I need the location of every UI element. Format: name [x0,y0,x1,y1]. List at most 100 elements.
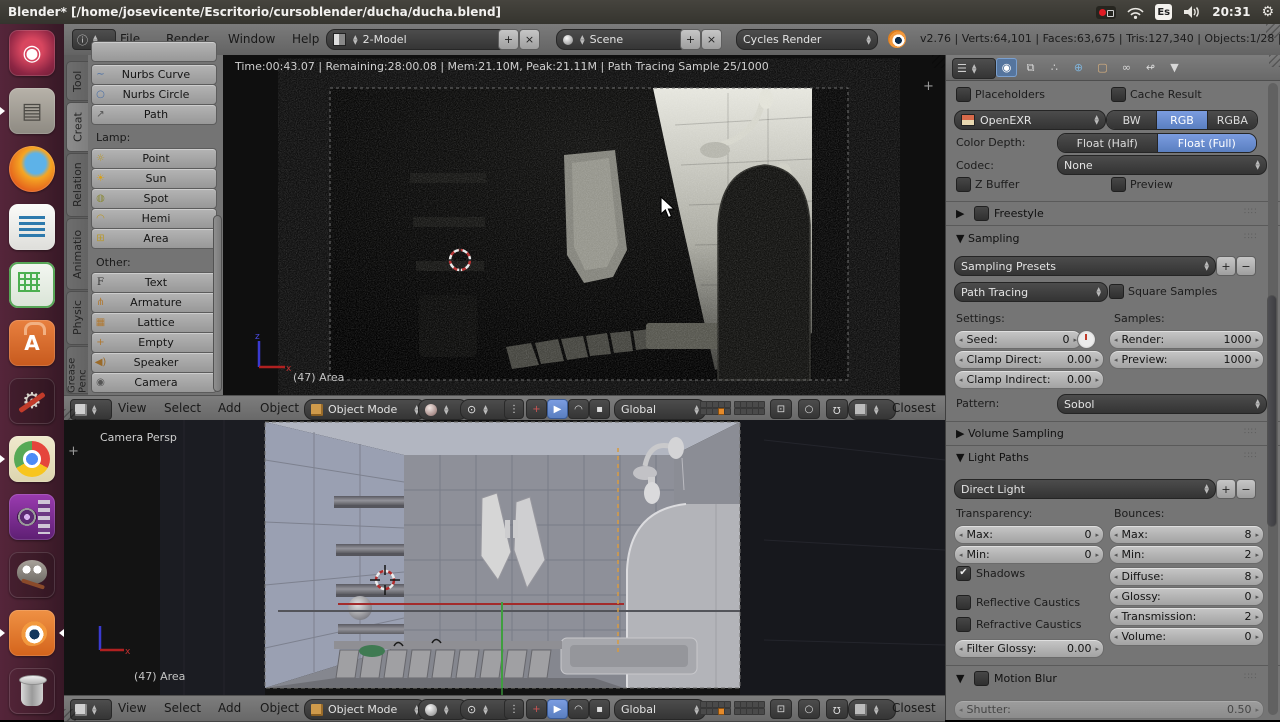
launcher-item[interactable]: ⚙ [0,372,64,430]
clock[interactable]: 20:31 [1212,5,1250,19]
rendered-viewport[interactable]: Time:00:43.07 | Remaining:28:00.08 | Mem… [223,55,945,395]
float-full-button[interactable]: Float (Full) [1156,134,1256,152]
launcher-item[interactable] [0,430,64,488]
launcher-item[interactable] [0,488,64,546]
add-hemi-lamp-button[interactable]: ◠ Hemi [91,208,217,229]
video-editor-icon[interactable] [9,494,55,540]
blender-icon[interactable] [9,610,55,656]
transmission-field[interactable]: ◂ Transmission: 2 ▸ [1109,607,1264,626]
tab-grease-pencil[interactable]: Grease Penc [66,346,89,394]
files-icon[interactable]: ▤ [9,88,55,134]
sampling-panel-header[interactable]: ▼ Sampling [956,232,1019,245]
libreoffice-calc-icon[interactable] [9,262,55,308]
toolshelf-scrollbar[interactable] [213,215,222,392]
add-speaker-button[interactable]: ◀) Speaker [91,352,217,373]
launcher-item[interactable] [0,604,64,662]
add-area-lamp-button[interactable]: ⊞ Area [91,228,217,249]
proportional-edit-icon[interactable]: ○ [798,399,820,419]
add-lattice-button[interactable]: ▦ Lattice [91,312,217,333]
translate-manipulator[interactable]: ▶ [547,699,568,719]
system-settings-icon[interactable]: ⚙ [9,378,55,424]
snap-magnet-icon[interactable]: Ω [826,699,848,719]
bounces-min-field[interactable]: ◂ Min: 2 ▸ [1109,545,1264,564]
tab-render[interactable]: ◉ [996,58,1017,77]
editor-type-menu[interactable]: ▲ ▼ [70,699,112,720]
rotate-manipulator[interactable]: ◠ [568,399,589,419]
menu-add[interactable]: Add [212,696,247,720]
volume-sampling-panel-header[interactable]: ▶ Volume Sampling [956,427,1064,440]
snap-target[interactable]: Closest [886,696,942,720]
gimp-icon[interactable] [9,552,55,598]
resize-grip[interactable] [932,55,945,68]
firefox-icon[interactable] [9,146,55,192]
bounces-max-field[interactable]: ◂ Max: 8 ▸ [1109,525,1264,544]
add-empty-button[interactable]: + Empty [91,332,217,353]
resize-grip[interactable] [1266,24,1280,38]
wifi-icon[interactable] [1127,6,1144,19]
chrome-icon[interactable] [9,436,55,482]
tab-physics[interactable]: ↫ [1140,58,1161,77]
light-paths-preset-selector[interactable]: Direct Light ▲ ▼ [954,479,1216,499]
mode-selector[interactable]: Object Mode ▲ ▼ [304,699,426,720]
resize-grip[interactable] [64,709,76,721]
remove-preset-button[interactable]: − [1236,256,1256,276]
tab-physics[interactable]: Physic [66,291,89,345]
properties-scrollbar-thumb[interactable] [1267,295,1277,527]
scene-selector[interactable]: ▲ ▼ Scene [556,29,688,50]
motion-blur-checkbox[interactable] [974,671,989,686]
tab-world[interactable]: ⊕ [1068,58,1089,77]
collapse-region-plus[interactable]: + [923,79,934,94]
launcher-item[interactable] [0,256,64,314]
transparency-min-field[interactable]: ◂ Min: 0 ▸ [954,545,1104,564]
menu-add[interactable]: Add [212,396,247,420]
manipulator-toggle[interactable]: + [526,399,547,419]
add-scene-button[interactable]: + [680,29,701,50]
camera-viewport[interactable]: Camera Persp + x (47) Area [64,420,945,695]
transparency-max-field[interactable]: ◂ Max: 0 ▸ [954,525,1104,544]
launcher-item[interactable] [0,546,64,604]
float-half-button[interactable]: Float (Half) [1058,134,1157,152]
menu-object[interactable]: Object [254,396,305,420]
add-nurbs-circle-button[interactable]: ○ Nurbs Circle [91,84,217,105]
add-layout-button[interactable]: + [498,29,519,50]
panel-grip-icon[interactable]: ∷∷ [1244,427,1257,437]
codec-selector[interactable]: None ▲ ▼ [1057,155,1267,175]
manipulator-toggle[interactable]: + [526,699,547,719]
motion-blur-panel-header[interactable]: ▼ [956,672,964,685]
square-samples-checkbox[interactable] [1109,284,1124,299]
menu-select[interactable]: Select [158,396,207,420]
add-point-lamp-button[interactable]: ☼ Point [91,148,217,169]
session-gear-icon[interactable]: ⚙ [1261,0,1274,24]
motion-blur-title[interactable]: Motion Blur [994,672,1057,685]
freestyle-checkbox[interactable] [974,206,989,221]
tab-scene[interactable]: ∴ [1044,58,1065,77]
delete-scene-button[interactable]: × [701,29,722,50]
scale-manipulator[interactable]: ▪ [589,399,610,419]
clamp-direct-field[interactable]: ◂ Clamp Direct: 0.00 ▸ [954,350,1104,369]
layers-widget-2[interactable] [734,401,765,415]
snap-magnet-icon[interactable]: Ω [826,399,848,419]
remove-preset-button[interactable]: − [1236,479,1256,499]
rotate-manipulator[interactable]: ◠ [568,699,589,719]
add-camera-button[interactable]: ◉ Camera [91,372,217,393]
preview-checkbox[interactable] [1111,177,1126,192]
orientation-selector[interactable]: Global ▲ ▼ [614,399,706,420]
add-armature-button[interactable]: ⋔ Armature [91,292,217,313]
bw-button[interactable]: BW [1107,111,1157,129]
delete-layout-button[interactable]: × [519,29,540,50]
tab-animation[interactable]: Animatio [66,218,89,290]
trash-icon[interactable] [9,668,55,714]
launcher-item[interactable] [0,662,64,720]
launcher-item[interactable] [0,198,64,256]
menu-view[interactable]: View [112,696,152,720]
sampling-presets-selector[interactable]: Sampling Presets ▲ ▼ [954,256,1216,276]
orientation-selector[interactable]: Global ▲ ▼ [614,699,706,720]
cache-result-checkbox[interactable] [1111,87,1126,102]
tab-constraints[interactable]: ∞ [1116,58,1137,77]
panel-grip-icon[interactable]: ∷∷ [1244,451,1257,461]
snap-target[interactable]: Closest [886,396,942,420]
collapse-region-plus[interactable]: + [68,444,79,459]
tab-render-layers[interactable]: ⧉ [1020,58,1041,77]
menu-view[interactable]: View [112,396,152,420]
volume-icon[interactable] [1183,5,1201,19]
